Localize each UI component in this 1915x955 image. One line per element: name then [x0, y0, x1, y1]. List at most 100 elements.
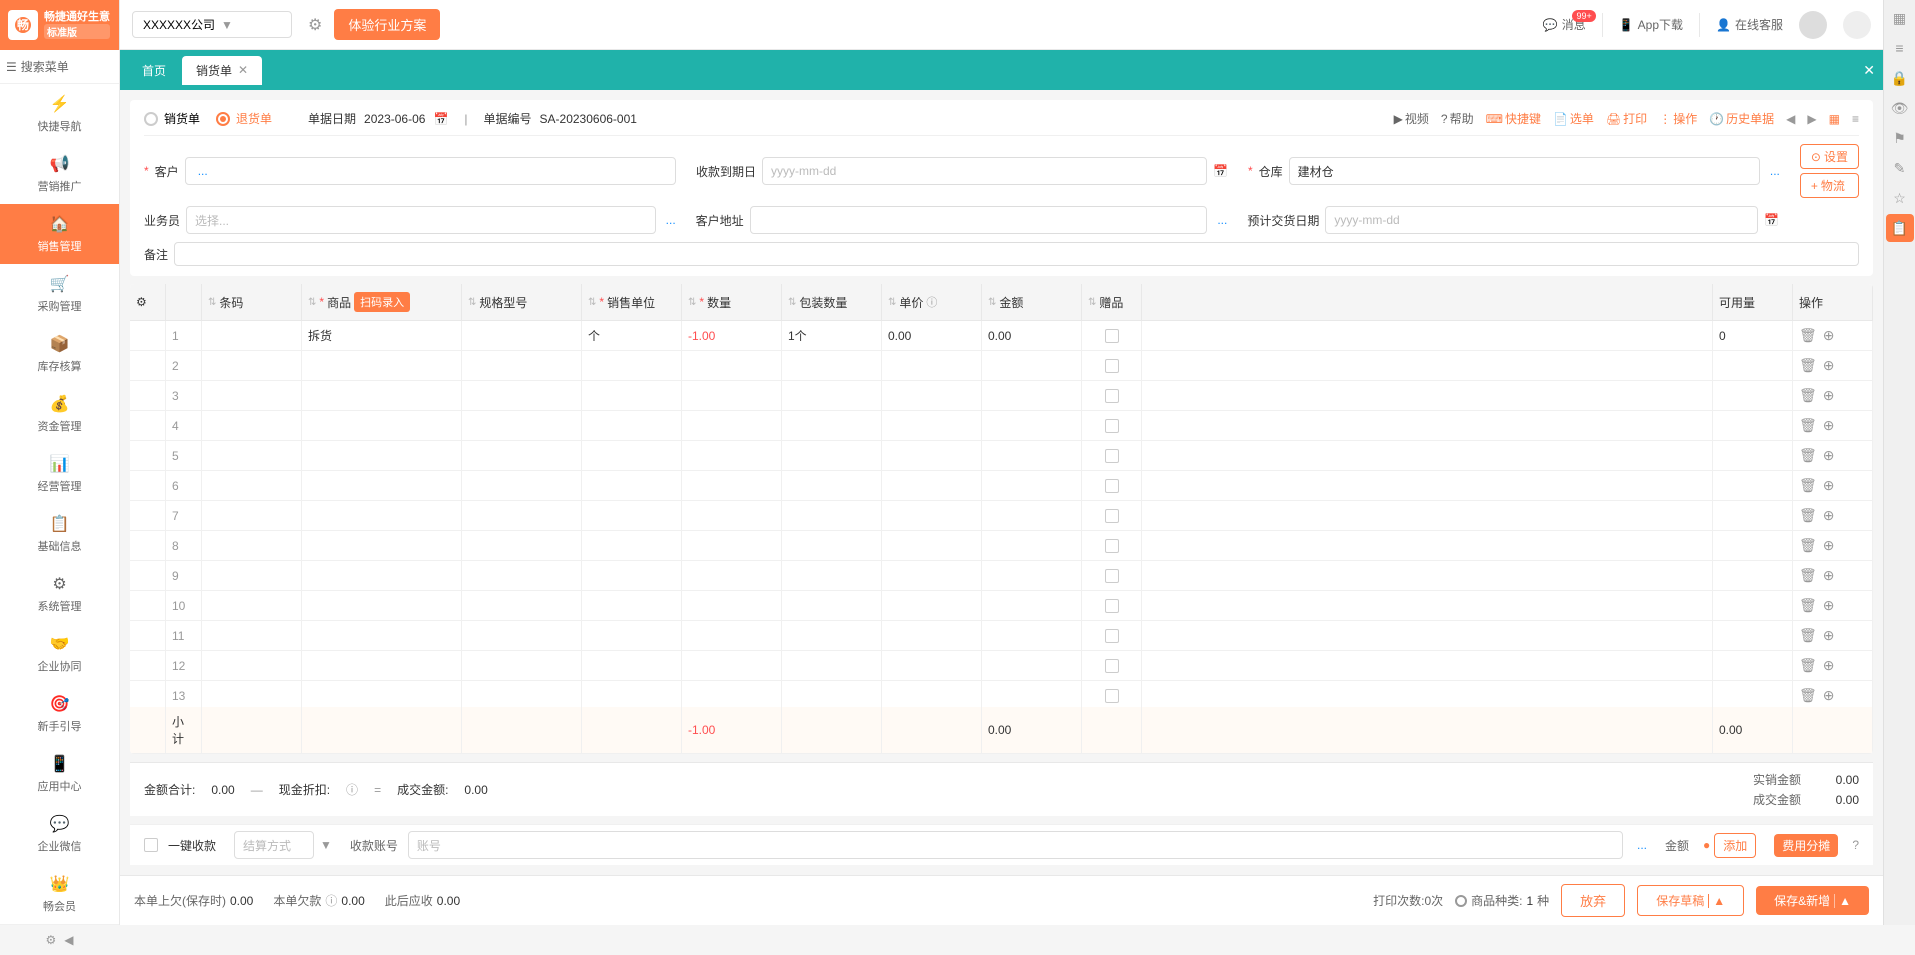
- td-unit[interactable]: [582, 651, 682, 680]
- td-unit[interactable]: [582, 351, 682, 380]
- td-pkgqty[interactable]: [782, 591, 882, 620]
- td-spec[interactable]: [462, 351, 582, 380]
- td-amount[interactable]: [982, 381, 1082, 410]
- td-product[interactable]: [302, 621, 462, 650]
- td-price[interactable]: [882, 441, 982, 470]
- td-product[interactable]: [302, 441, 462, 470]
- gift-checkbox[interactable]: [1105, 359, 1119, 373]
- td-barcode[interactable]: [202, 681, 302, 707]
- td-note[interactable]: [1142, 501, 1713, 530]
- td-barcode[interactable]: [202, 351, 302, 380]
- td-spec[interactable]: [462, 621, 582, 650]
- trial-btn[interactable]: 体验行业方案: [334, 9, 440, 40]
- td-gift[interactable]: [1082, 651, 1142, 680]
- date-calendar-icon[interactable]: 📅: [433, 112, 448, 126]
- td-note[interactable]: [1142, 471, 1713, 500]
- expected-date-calendar-icon[interactable]: 📅: [1764, 213, 1779, 227]
- td-note[interactable]: [1142, 531, 1713, 560]
- gift-checkbox[interactable]: [1105, 569, 1119, 583]
- td-gift[interactable]: [1082, 681, 1142, 707]
- gift-checkbox[interactable]: [1105, 329, 1119, 343]
- td-price[interactable]: [882, 561, 982, 590]
- logistics-btn[interactable]: + 物流: [1800, 173, 1859, 198]
- account-dots[interactable]: ...: [1637, 838, 1647, 852]
- td-note[interactable]: [1142, 651, 1713, 680]
- td-spec[interactable]: [462, 681, 582, 707]
- customer-addr-input[interactable]: [750, 206, 1208, 234]
- radio-return[interactable]: 退货单: [216, 110, 272, 127]
- list-view-icon[interactable]: ≡: [1852, 112, 1859, 126]
- td-spec[interactable]: [462, 651, 582, 680]
- td-pkgqty[interactable]: [782, 621, 882, 650]
- td-pkgqty[interactable]: [782, 651, 882, 680]
- total-owed-info[interactable]: ⓘ: [325, 892, 337, 909]
- company-selector[interactable]: XXXXXX公司 ▼: [132, 11, 292, 38]
- rt-orange-action-btn[interactable]: 📋: [1886, 214, 1914, 242]
- copy-row-btn[interactable]: ⊕: [1823, 417, 1835, 434]
- sidebar-item-base[interactable]: 📋 基础信息: [0, 504, 119, 564]
- copy-row-btn[interactable]: ⊕: [1823, 537, 1835, 554]
- td-pkgqty[interactable]: [782, 411, 882, 440]
- payment-checkbox[interactable]: [144, 838, 158, 852]
- td-note[interactable]: [1142, 561, 1713, 590]
- rt-list-view-btn[interactable]: ≡: [1886, 34, 1914, 62]
- calc-method-select[interactable]: 结算方式: [234, 831, 314, 859]
- td-spec[interactable]: [462, 321, 582, 350]
- td-price[interactable]: [882, 471, 982, 500]
- td-barcode[interactable]: [202, 591, 302, 620]
- td-qty[interactable]: [682, 471, 782, 500]
- copy-row-btn[interactable]: ⊕: [1823, 657, 1835, 674]
- history-btn[interactable]: 🕐 历史单据: [1709, 110, 1774, 127]
- tab-close-icon[interactable]: ✕: [238, 63, 248, 77]
- td-amount[interactable]: [982, 531, 1082, 560]
- td-qty[interactable]: -1.00: [682, 321, 782, 350]
- td-note[interactable]: [1142, 591, 1713, 620]
- td-product[interactable]: [302, 471, 462, 500]
- td-price[interactable]: [882, 681, 982, 707]
- td-price[interactable]: [882, 531, 982, 560]
- sidebar-item-member[interactable]: 👑 畅会员: [0, 864, 119, 924]
- delete-row-btn[interactable]: 🗑: [1799, 627, 1817, 644]
- cash-discount-info[interactable]: ⓘ: [346, 781, 358, 798]
- td-pkgqty[interactable]: [782, 681, 882, 707]
- td-amount[interactable]: [982, 501, 1082, 530]
- td-gift[interactable]: [1082, 621, 1142, 650]
- copy-row-btn[interactable]: ⊕: [1823, 477, 1835, 494]
- rt-grid-view-btn[interactable]: ▦: [1886, 4, 1914, 32]
- tab-sales-order[interactable]: 销货单 ✕: [182, 56, 262, 85]
- td-amount[interactable]: [982, 651, 1082, 680]
- rt-star-btn[interactable]: ☆: [1886, 184, 1914, 212]
- calc-method-dropdown[interactable]: ▼: [320, 838, 332, 852]
- sidebar-item-inventory[interactable]: 📦 库存核算: [0, 324, 119, 384]
- td-pkgqty[interactable]: [782, 561, 882, 590]
- save-dropdown-icon[interactable]: ▲: [1834, 894, 1851, 908]
- th-spec-sort[interactable]: ⇅: [468, 297, 476, 308]
- th-settings[interactable]: ⚙: [130, 284, 166, 320]
- th-price-sort[interactable]: ⇅: [888, 297, 896, 308]
- sidebar-item-app-center[interactable]: 📱 应用中心: [0, 744, 119, 804]
- td-amount[interactable]: [982, 411, 1082, 440]
- delete-row-btn[interactable]: 🗑: [1799, 447, 1817, 464]
- delete-row-btn[interactable]: 🗑: [1799, 537, 1817, 554]
- rt-flag-btn[interactable]: ⚑: [1886, 124, 1914, 152]
- price-info-icon[interactable]: ⓘ: [926, 294, 937, 310]
- td-gift[interactable]: [1082, 381, 1142, 410]
- operate-btn[interactable]: ⋮ 操作: [1659, 110, 1697, 127]
- td-pkgqty[interactable]: [782, 531, 882, 560]
- video-btn[interactable]: ▶ 视频: [1394, 110, 1429, 127]
- salesperson-dots[interactable]: ...: [666, 213, 676, 227]
- copy-row-btn[interactable]: ⊕: [1823, 597, 1835, 614]
- payment-help-icon[interactable]: ?: [1852, 838, 1859, 852]
- sidebar-item-weixin[interactable]: 💬 企业微信: [0, 804, 119, 864]
- td-product[interactable]: [302, 531, 462, 560]
- td-gift[interactable]: [1082, 561, 1142, 590]
- sidebar-collapse-btn[interactable]: ◀: [64, 933, 73, 947]
- th-sort-icon[interactable]: ⇅: [208, 297, 216, 308]
- warehouse-input[interactable]: 建材仓: [1289, 157, 1760, 185]
- delete-row-btn[interactable]: 🗑: [1799, 357, 1817, 374]
- sidebar-item-capital[interactable]: 💰 资金管理: [0, 384, 119, 444]
- td-unit[interactable]: 个: [582, 321, 682, 350]
- due-date-calendar-icon[interactable]: 📅: [1213, 164, 1228, 178]
- td-qty[interactable]: [682, 591, 782, 620]
- td-qty[interactable]: [682, 531, 782, 560]
